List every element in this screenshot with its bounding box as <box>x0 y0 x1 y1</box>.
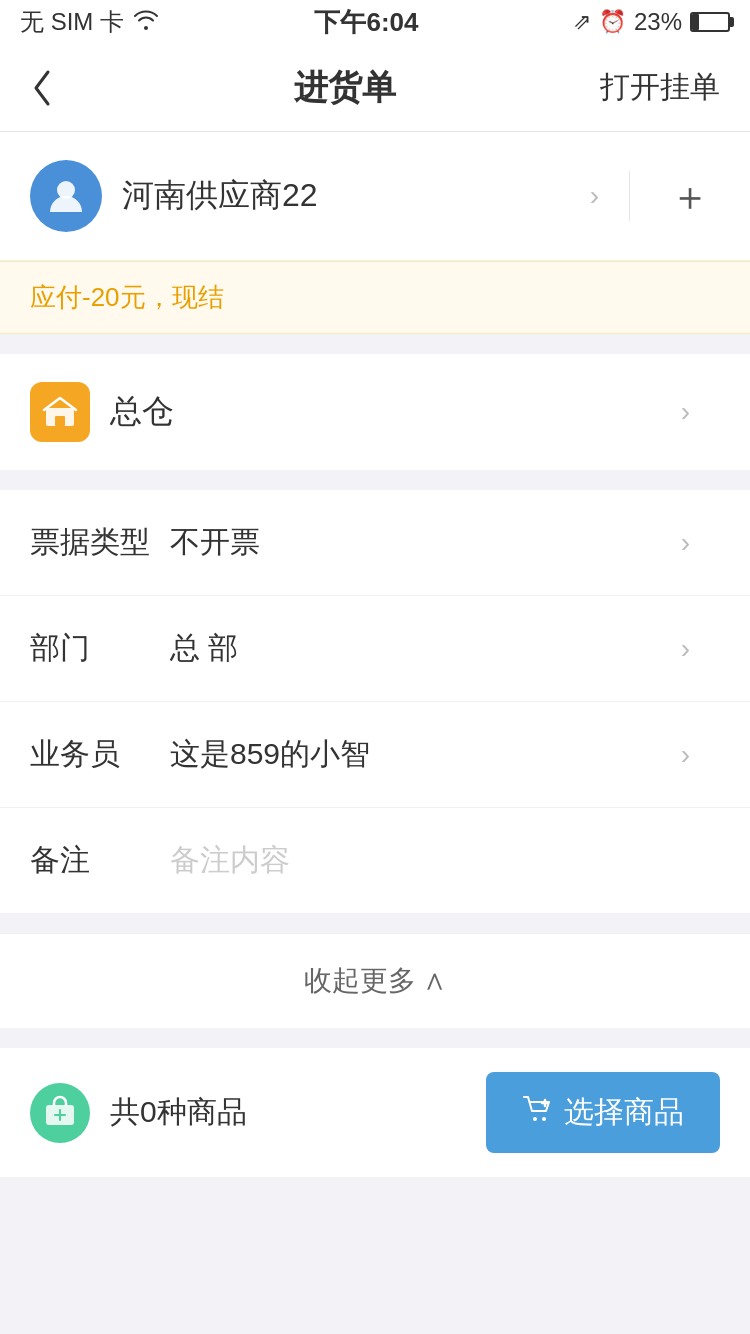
warehouse-section: 总仓 › <box>0 354 750 470</box>
invoice-type-value: 不开票 <box>170 522 681 563</box>
product-count: 共0种商品 <box>110 1092 486 1133</box>
remark-label: 备注 <box>30 840 170 881</box>
product-icon <box>30 1083 90 1143</box>
svg-point-7 <box>542 1117 546 1121</box>
supplier-row[interactable]: 河南供应商22 › ＋ <box>0 132 750 261</box>
svg-point-6 <box>533 1117 537 1121</box>
status-right: ⇗ ⏰ 23% <box>573 8 730 36</box>
status-time: 下午6:04 <box>314 5 418 40</box>
open-pending-button[interactable]: 打开挂单 <box>600 67 720 108</box>
department-value: 总 部 <box>170 628 681 669</box>
warehouse-row[interactable]: 总仓 › <box>0 354 750 470</box>
wifi-icon <box>132 8 160 36</box>
invoice-type-label: 票据类型 <box>30 522 170 563</box>
supplier-name: 河南供应商22 <box>122 174 590 218</box>
status-left: 无 SIM 卡 <box>20 6 160 38</box>
supplier-chevron-icon: › <box>590 180 599 212</box>
form-section: 票据类型 不开票 › 部门 总 部 › 业务员 这是859的小智 › 备注 备注… <box>0 490 750 913</box>
salesperson-chevron: › <box>681 739 690 771</box>
warehouse-icon <box>30 382 90 442</box>
department-label: 部门 <box>30 628 170 669</box>
battery-icon <box>690 12 730 32</box>
back-button[interactable] <box>30 68 90 108</box>
supplier-avatar <box>30 160 102 232</box>
salesperson-value: 这是859的小智 <box>170 734 681 775</box>
salesperson-label: 业务员 <box>30 734 170 775</box>
nav-bar: 进货单 打开挂单 <box>0 44 750 132</box>
status-bar: 无 SIM 卡 下午6:04 ⇗ ⏰ 23% <box>0 0 750 44</box>
warehouse-chevron-icon: › <box>681 396 690 428</box>
battery-label: 23% <box>634 8 682 36</box>
select-product-label: 选择商品 <box>564 1092 684 1133</box>
remark-placeholder: 备注内容 <box>170 840 720 881</box>
alarm-icon: ⏰ <box>599 9 626 35</box>
select-product-button[interactable]: 选择商品 <box>486 1072 720 1153</box>
add-supplier-button[interactable]: ＋ <box>660 169 720 224</box>
invoice-type-chevron: › <box>681 527 690 559</box>
warehouse-name: 总仓 <box>110 390 681 434</box>
collapse-label: 收起更多 ∧ <box>304 965 447 996</box>
invoice-type-row[interactable]: 票据类型 不开票 › <box>0 490 750 596</box>
page-title: 进货单 <box>294 65 396 111</box>
supplier-section: 河南供应商22 › ＋ 应付-20元，现结 <box>0 132 750 334</box>
location-icon: ⇗ <box>573 9 591 35</box>
sim-label: 无 SIM 卡 <box>20 6 124 38</box>
notice-bar: 应付-20元，现结 <box>0 261 750 334</box>
collapse-bar[interactable]: 收起更多 ∧ <box>0 933 750 1028</box>
product-bar: 共0种商品 选择商品 <box>0 1048 750 1177</box>
department-row[interactable]: 部门 总 部 › <box>0 596 750 702</box>
spacer <box>0 1028 750 1048</box>
divider <box>629 171 630 221</box>
remark-row[interactable]: 备注 备注内容 <box>0 808 750 913</box>
salesperson-row[interactable]: 业务员 这是859的小智 › <box>0 702 750 808</box>
svg-rect-2 <box>55 416 65 426</box>
cart-icon <box>522 1095 554 1130</box>
department-chevron: › <box>681 633 690 665</box>
